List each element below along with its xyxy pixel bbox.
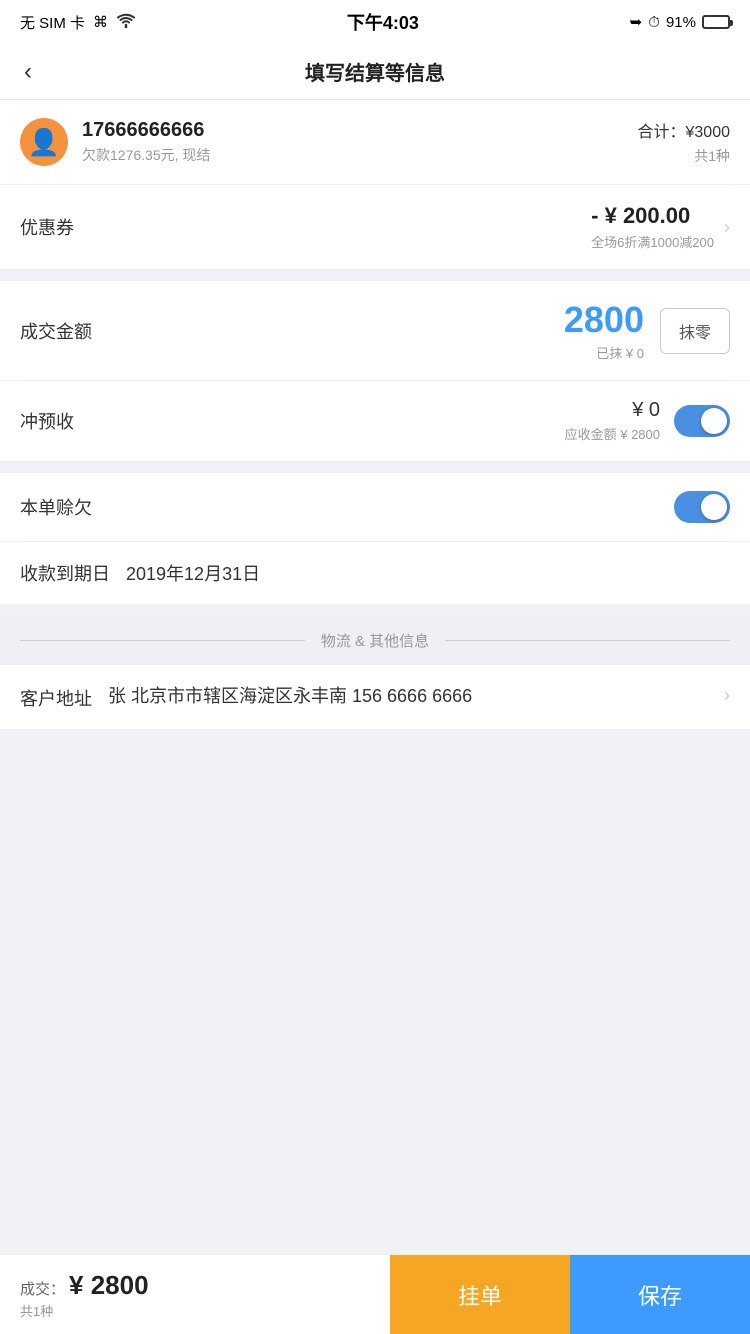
coupon-row[interactable]: 优惠券 - ¥ 200.00 全场6折满1000减200 › [0,185,750,269]
toggle-knob [701,408,727,434]
customer-card: 👤 17666666666 欠款1276.35元, 现结 合计：¥3000 共1… [0,100,750,184]
deal-amount: 2800 [564,299,644,341]
bottom-bar: 成交： ¥ 2800 共1种 挂单 保存 [0,1254,750,1334]
prepay-top: 冲预收 ¥ 0 应收金额 ¥ 2800 [20,399,730,443]
address-value: 张 北京市市辖区海淀区永丰南 156 6666 6666 [108,683,708,710]
debt-row: 本单赊欠 [0,473,750,541]
due-date-row: 收款到期日 2019年12月31日 [0,542,750,604]
battery-bar [702,15,730,29]
debt-right [674,491,730,523]
bottom-count: 共1种 [20,1301,370,1320]
back-button[interactable]: ‹ [16,50,40,94]
avatar: 👤 [20,118,68,166]
coupon-label: 优惠券 [20,214,74,240]
coupon-desc: 全场6折满1000减200 [591,232,714,251]
deal-amount-row: 成交金额 2800 已抹 ¥ 0 抹零 [0,281,750,380]
customer-phone: 17666666666 [82,119,210,142]
status-bar: 无 SIM 卡 ⌘ 下午4:03 ➥ ⏱ 91% [0,0,750,44]
deal-sub: 已抹 ¥ 0 [564,343,644,362]
deal-right: 2800 已抹 ¥ 0 抹零 [564,299,730,362]
empty-area [0,729,750,929]
prepay-row: 冲预收 ¥ 0 应收金额 ¥ 2800 [0,381,750,461]
battery-percent: 91% [666,14,696,31]
divider-4 [0,461,750,473]
wifi-signal [116,13,136,32]
total-count: 共1种 [638,146,731,166]
deal-amount-col: 2800 已抹 ¥ 0 [564,299,644,362]
location-icon: ➥ [630,13,643,31]
avatar-icon: 👤 [28,127,60,158]
due-date-label: 收款到期日 [20,560,110,586]
deal-label: 成交金额 [20,318,92,344]
round-zero-button[interactable]: 抹零 [660,308,730,354]
debt-toggle-knob [701,494,727,520]
prepay-toggle[interactable] [674,405,730,437]
bottom-deal-amount: ¥ 2800 [69,1270,149,1301]
prepay-right: ¥ 0 应收金额 ¥ 2800 [565,399,730,443]
section-divider-text: 物流 & 其他信息 [321,630,429,651]
address-chevron: › [724,683,730,706]
divider-line-left [20,640,305,641]
divider-2 [0,269,750,281]
bottom-summary: 成交： ¥ 2800 共1种 [0,1255,390,1334]
debt-toggle[interactable] [674,491,730,523]
address-row[interactable]: 客户地址 张 北京市市辖区海淀区永丰南 156 6666 6666 › [0,665,750,729]
customer-info: 17666666666 欠款1276.35元, 现结 [82,119,210,165]
divider-6 [0,604,750,616]
status-left: 无 SIM 卡 ⌘ [20,12,136,33]
nav-bar: ‹ 填写结算等信息 [0,44,750,100]
coupon-right: - ¥ 200.00 全场6折满1000减200 › [591,203,730,251]
pending-button[interactable]: 挂单 [390,1255,570,1334]
customer-left: 👤 17666666666 欠款1276.35元, 现结 [20,118,210,166]
prepay-amount: ¥ 0 [565,399,660,422]
prepay-sub: 应收金额 ¥ 2800 [565,424,660,443]
prepay-label: 冲预收 [20,408,74,434]
alarm-icon: ⏱ [648,14,660,31]
divider-line-right [445,640,730,641]
carrier-text: 无 SIM 卡 [20,12,85,33]
logistics-section: 物流 & 其他信息 [0,616,750,665]
bottom-deal-line: 成交： ¥ 2800 [20,1270,370,1301]
status-time: 下午4:03 [347,9,419,35]
status-right: ➥ ⏱ 91% [630,13,730,31]
coupon-discount: - ¥ 200.00 [591,203,714,229]
customer-sub: 欠款1276.35元, 现结 [82,145,210,165]
save-button[interactable]: 保存 [570,1255,750,1334]
customer-right: 合计：¥3000 共1种 [638,118,731,166]
address-label: 客户地址 [20,683,92,711]
coupon-chevron: › [724,217,730,238]
content-area: 👤 17666666666 欠款1276.35元, 现结 合计：¥3000 共1… [0,100,750,1009]
total-amount: 合计：¥3000 [638,118,731,142]
prepay-amount-col: ¥ 0 应收金额 ¥ 2800 [565,399,660,443]
due-date-value: 2019年12月31日 [126,560,260,586]
page-title: 填写结算等信息 [305,57,445,86]
wifi-icon: ⌘ [93,13,108,31]
debt-label: 本单赊欠 [20,494,92,520]
bottom-deal-label: 成交： [20,1278,65,1299]
